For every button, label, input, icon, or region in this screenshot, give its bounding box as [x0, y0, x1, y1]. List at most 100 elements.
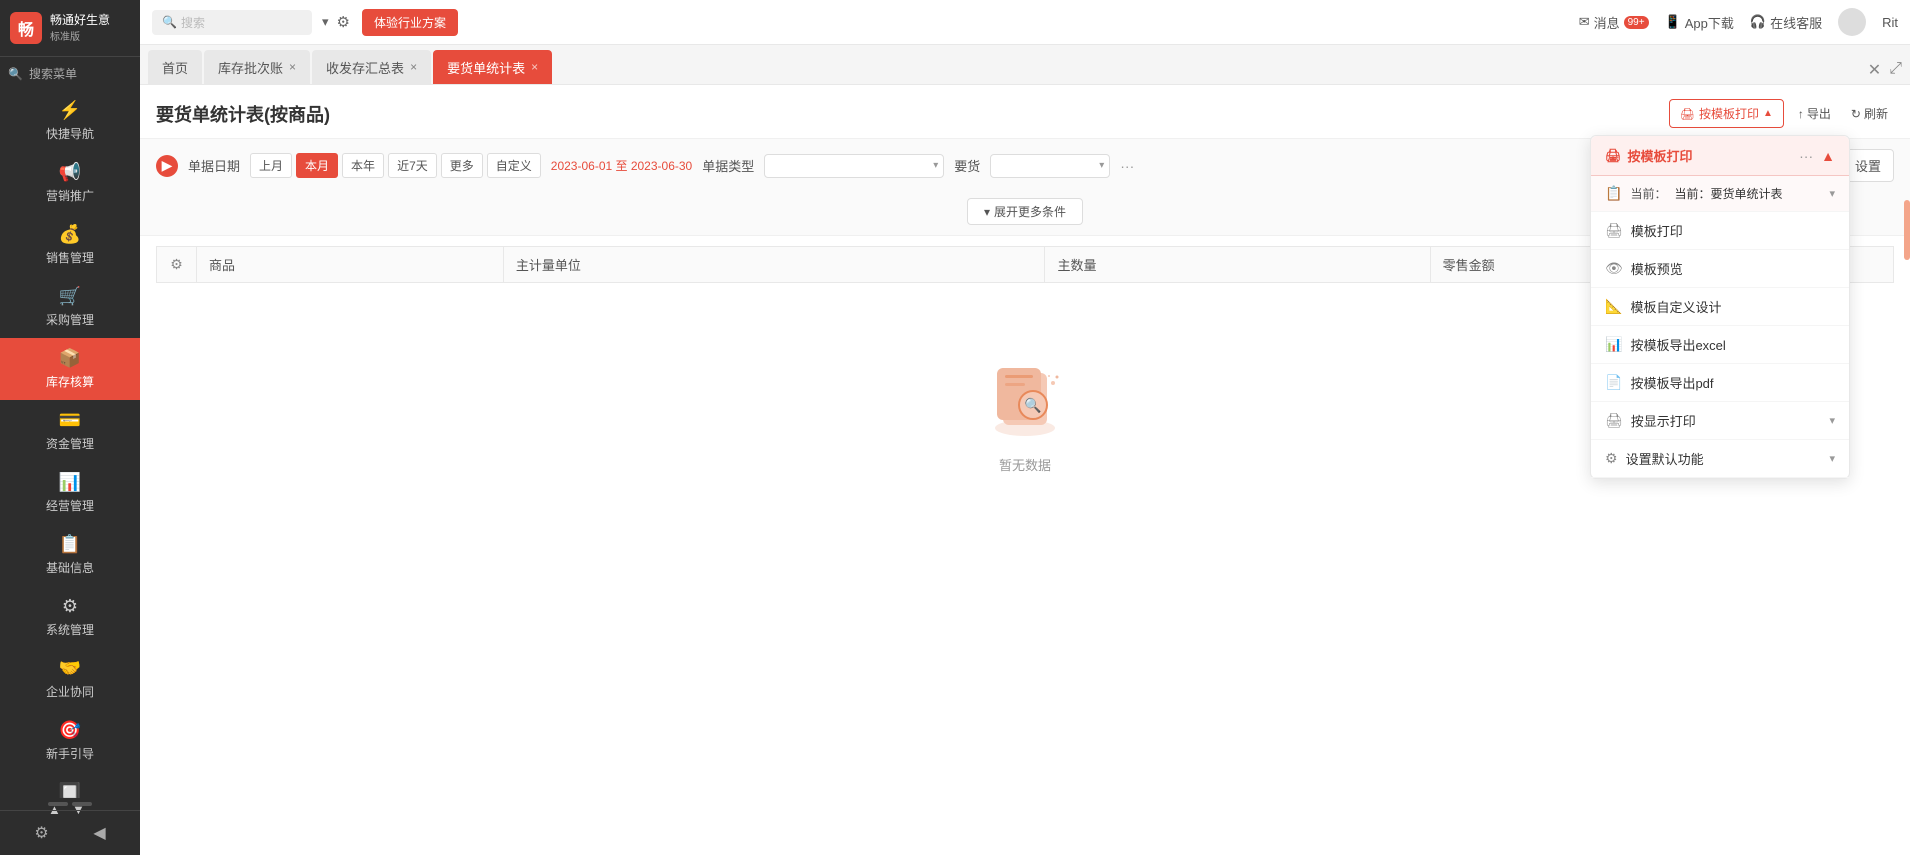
empty-text: 暂无数据 — [999, 455, 1051, 474]
table-col-1: 商品 — [197, 247, 504, 283]
tab-collect[interactable]: 收发存汇总表 × — [312, 50, 431, 84]
sidebar-label-inventory: 库存核算 — [46, 373, 94, 390]
table-settings-icon[interactable]: ⚙ — [170, 256, 183, 272]
print-item-template-excel[interactable]: 📊 按模板导出excel — [1591, 326, 1849, 364]
print-more-icon[interactable]: ··· — [1799, 148, 1813, 164]
sidebar-icon-inventory: 📦 — [59, 348, 81, 369]
filter-expand-btn[interactable]: ▶ — [156, 155, 178, 177]
print-button[interactable]: 🖨 按模板打印 ▲ — [1669, 99, 1784, 128]
print-item-template-print[interactable]: 🖨 模板打印 — [1591, 212, 1849, 250]
tab-order-stat[interactable]: 要货单统计表× — [433, 50, 552, 84]
print-item-display-print[interactable]: 🖨 按显示打印 ▾ — [1591, 402, 1849, 440]
refresh-button[interactable]: ↻ 刷新 — [1845, 100, 1894, 127]
date-btn-近7天[interactable]: 近7天 — [388, 153, 437, 178]
sidebar-label-system: 系统管理 — [46, 621, 94, 638]
sidebar-item-guide[interactable]: 🎯新手引导 — [0, 710, 140, 772]
sidebar-label-marketing: 营销推广 — [46, 187, 94, 204]
export-button[interactable]: ↑ 导出 — [1792, 100, 1837, 127]
sidebar-logo: 畅 畅通好生意 标准版 — [0, 0, 140, 57]
date-filter-label: 单据日期 — [188, 156, 240, 175]
tab-home[interactable]: 首页 — [148, 50, 202, 84]
sidebar-label-purchase: 采购管理 — [46, 311, 94, 328]
print-item-template-preview[interactable]: 👁 模板预览 — [1591, 250, 1849, 288]
sidebar-item-inventory[interactable]: 📦 库存核算 — [0, 338, 140, 400]
sidebar-icon-sales: 💰 — [59, 224, 81, 245]
date-btn-本年[interactable]: 本年 — [342, 153, 384, 178]
sidebar-search[interactable]: 🔍 搜索菜单 — [0, 57, 140, 90]
sidebar-icon-finance: 💳 — [59, 410, 81, 431]
order-goods-select[interactable] — [990, 154, 1110, 178]
sidebar-item-collab[interactable]: 🤝企业协同 — [0, 648, 140, 710]
sidebar-item-system[interactable]: ⚙系统管理 — [0, 586, 140, 648]
sidebar-item-finance[interactable]: 💳 资金管理 — [0, 400, 140, 462]
order-type-label: 单据类型 — [702, 156, 754, 175]
printer-icon: 🖨 — [1680, 107, 1695, 121]
print-item-template-pdf[interactable]: 📄 按模板导出pdf — [1591, 364, 1849, 402]
sidebar-item-marketing[interactable]: 📢 营销推广 — [0, 152, 140, 214]
notification-action[interactable]: ✉ 消息 99+ — [1579, 13, 1649, 32]
export-icon: ↑ — [1798, 107, 1804, 121]
print-item-arrow-display-print: ▾ — [1829, 414, 1835, 427]
expand-conditions-btn[interactable]: ▾ 展开更多条件 — [967, 198, 1083, 225]
print-item-template-design[interactable]: 📐 模板自定义设计 — [1591, 288, 1849, 326]
tab-close-order-stat[interactable]: × — [531, 60, 538, 74]
empty-illustration: 🔍 — [975, 343, 1075, 443]
topbar-gear-icon[interactable]: ⚙ — [337, 13, 350, 31]
tab-close-batch[interactable]: × — [289, 60, 296, 74]
topbar-dropdown-arrow[interactable]: ▾ — [322, 14, 329, 30]
current-template-icon: 📋 — [1605, 185, 1622, 202]
sidebar-icon-purchase: 🛒 — [59, 286, 81, 307]
sidebar-label-finance: 资金管理 — [46, 435, 94, 452]
sidebar-icon-quick-nav: ⚡ — [59, 100, 81, 121]
print-item-icon-template-preview: 👁 — [1605, 260, 1623, 277]
table-col-3: 主数量 — [1045, 247, 1430, 283]
order-type-select[interactable] — [764, 154, 944, 178]
sidebar-icon-marketing: 📢 — [59, 162, 81, 183]
current-template-item[interactable]: 📋 当前： 当前：要货单统计表 ▾ — [1591, 176, 1849, 212]
user-avatar[interactable] — [1838, 8, 1866, 36]
username-label: Rit — [1882, 15, 1898, 30]
table-col-0: ⚙ — [157, 247, 197, 283]
sidebar-item-apps[interactable]: 🔲应用中心 — [0, 772, 140, 798]
print-item-default-func[interactable]: ⚙ 设置默认功能 ▾ — [1591, 440, 1849, 478]
vertical-scrollbar[interactable] — [1904, 200, 1910, 260]
date-btn-自定义[interactable]: 自定义 — [487, 153, 541, 178]
page-header: 要货单统计表(按商品) 🖨 按模板打印 ▲ ↑ 导出 ↻ 刷新 — [140, 85, 1910, 139]
window-close-btn[interactable]: ✕ — [1868, 60, 1881, 80]
sidebar: 畅 畅通好生意 标准版 🔍 搜索菜单 ⚡ 快捷导航 📢 营销推广 💰 销售管理 🛒 采购管理 📦… — [0, 0, 140, 855]
sidebar-label-guide: 新手引导 — [46, 745, 94, 762]
collapse-icon[interactable]: ◀ — [93, 823, 105, 843]
window-maximize-btn[interactable]: ⤢ — [1889, 60, 1902, 80]
window-controls: ✕ ⤢ — [1868, 60, 1902, 84]
app-download-action[interactable]: 📱 App下载 — [1665, 13, 1734, 32]
tab-close-collect[interactable]: × — [410, 60, 417, 74]
settings-icon[interactable]: ⚙ — [34, 823, 48, 843]
scroll-down-btn[interactable]: ▼ — [72, 802, 92, 806]
tab-label-collect: 收发存汇总表 — [326, 58, 404, 77]
sidebar-item-sales[interactable]: 💰 销售管理 — [0, 214, 140, 276]
print-dropdown-arrow: ▲ — [1763, 108, 1773, 119]
tab-batch[interactable]: 库存批次账× — [204, 50, 310, 84]
print-dropdown-close-btn[interactable]: ▲ — [1821, 148, 1835, 164]
app-logo-text: 畅通好生意 标准版 — [50, 13, 110, 44]
filter-more-icon[interactable]: ··· — [1120, 158, 1134, 174]
topbar-search-box[interactable]: 🔍 搜索 — [152, 10, 312, 35]
topbar: 🔍 搜索 ▾ ⚙ 体验行业方案 ✉ 消息 99+ 📱 App下载 🎧 在线客服 … — [140, 0, 1910, 45]
sidebar-label-sales: 销售管理 — [46, 249, 94, 266]
sidebar-item-basic[interactable]: 📋基础信息 — [0, 524, 140, 586]
sidebar-item-quick-nav[interactable]: ⚡ 快捷导航 — [0, 90, 140, 152]
expand-down-icon: ▾ — [984, 205, 990, 219]
sidebar-item-purchase[interactable]: 🛒 采购管理 — [0, 276, 140, 338]
print-dropdown-items: 🖨 模板打印 👁 模板预览 📐 模板自定义设计 📊 按模板导出excel 📄 按… — [1591, 212, 1849, 478]
customer-service-action[interactable]: 🎧 在线客服 — [1750, 13, 1822, 32]
notification-badge: 99+ — [1624, 16, 1649, 29]
date-btn-更多[interactable]: 更多 — [441, 153, 483, 178]
print-dropdown-header: 🖨 按模板打印 ··· ▲ — [1591, 136, 1849, 176]
sidebar-item-operations[interactable]: 📊经营管理 — [0, 462, 140, 524]
sidebar-label-quick-nav: 快捷导航 — [46, 125, 94, 142]
date-btn-本月[interactable]: 本月 — [296, 153, 338, 178]
date-btn-上月[interactable]: 上月 — [250, 153, 292, 178]
scroll-up-btn[interactable]: ▲ — [48, 802, 68, 806]
trial-button[interactable]: 体验行业方案 — [362, 9, 458, 36]
printer-dropdown-icon: 🖨 — [1605, 148, 1622, 164]
